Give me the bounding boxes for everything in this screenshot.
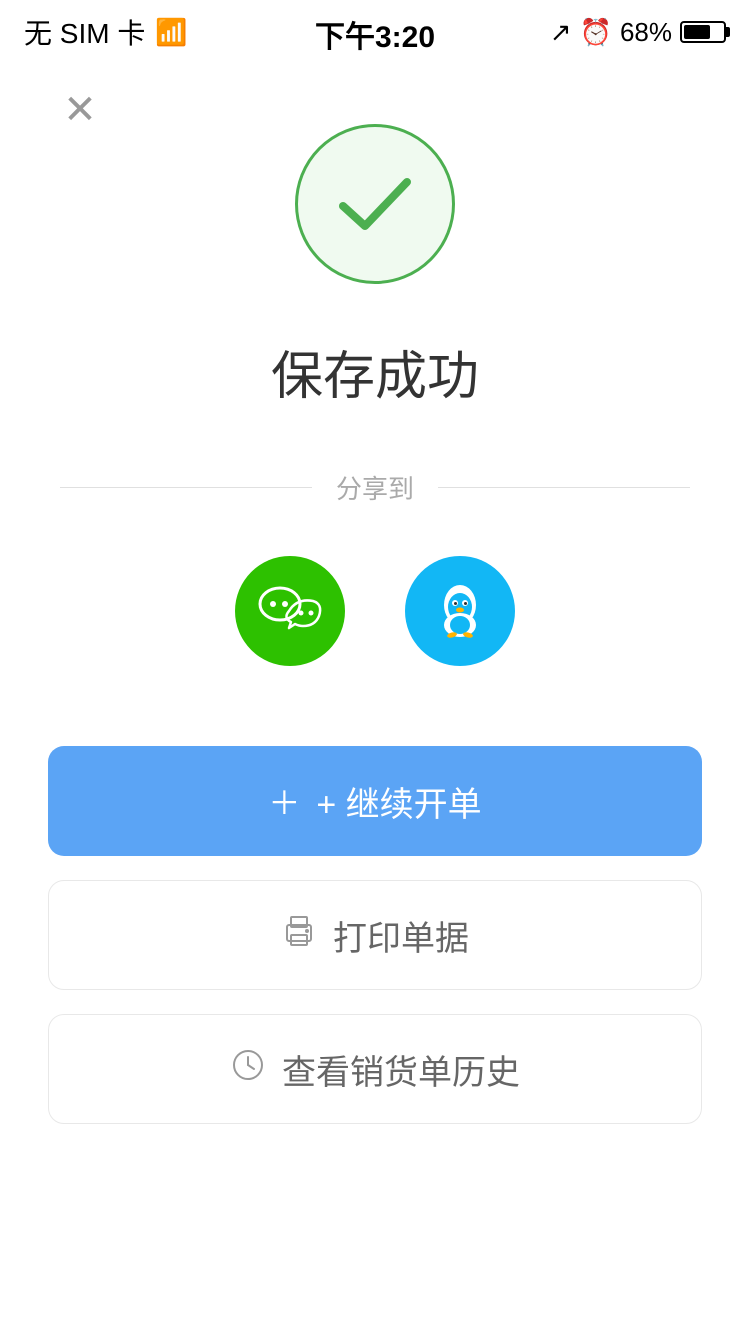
location-icon: ↗ [550, 17, 572, 48]
print-button[interactable]: 打印单据 [48, 880, 702, 990]
divider-right [438, 487, 690, 488]
status-right: ↗ ⏰ 68% [550, 17, 726, 48]
continue-order-button[interactable]: ＋ + 继续开单 [48, 746, 702, 856]
main-content: 保存成功 分享到 [0, 64, 750, 1124]
print-label: 打印单据 [333, 911, 469, 960]
continue-order-label: + 继续开单 [316, 777, 481, 826]
history-label: 查看销货单历史 [282, 1045, 520, 1094]
wifi-icon: 📶 [155, 17, 187, 48]
checkmark-icon [335, 174, 415, 234]
close-icon: ✕ [63, 90, 97, 130]
carrier-text: 无 SIM 卡 [24, 12, 145, 52]
share-qq-button[interactable] [405, 556, 515, 666]
share-label: 分享到 [312, 469, 438, 506]
status-left: 无 SIM 卡 📶 [24, 12, 188, 52]
success-title: 保存成功 [271, 334, 479, 409]
printer-icon [281, 913, 317, 957]
plus-icon: ＋ [268, 778, 300, 824]
share-divider: 分享到 [0, 469, 750, 506]
success-circle [295, 124, 455, 284]
action-buttons: ＋ + 继续开单 打印单据 [0, 746, 750, 1124]
wechat-icon [255, 576, 325, 646]
qq-icon [428, 579, 492, 643]
share-icons [235, 556, 515, 666]
history-button[interactable]: 查看销货单历史 [48, 1014, 702, 1124]
status-time: 下午3:20 [315, 12, 435, 56]
share-wechat-button[interactable] [235, 556, 345, 666]
battery-percent: 68% [620, 17, 672, 48]
close-button[interactable]: ✕ [50, 80, 110, 140]
battery-icon [680, 21, 726, 43]
alarm-icon: ⏰ [580, 17, 612, 48]
status-bar: 无 SIM 卡 📶 下午3:20 ↗ ⏰ 68% [0, 0, 750, 64]
clock-icon [230, 1047, 266, 1091]
divider-left [60, 487, 312, 488]
